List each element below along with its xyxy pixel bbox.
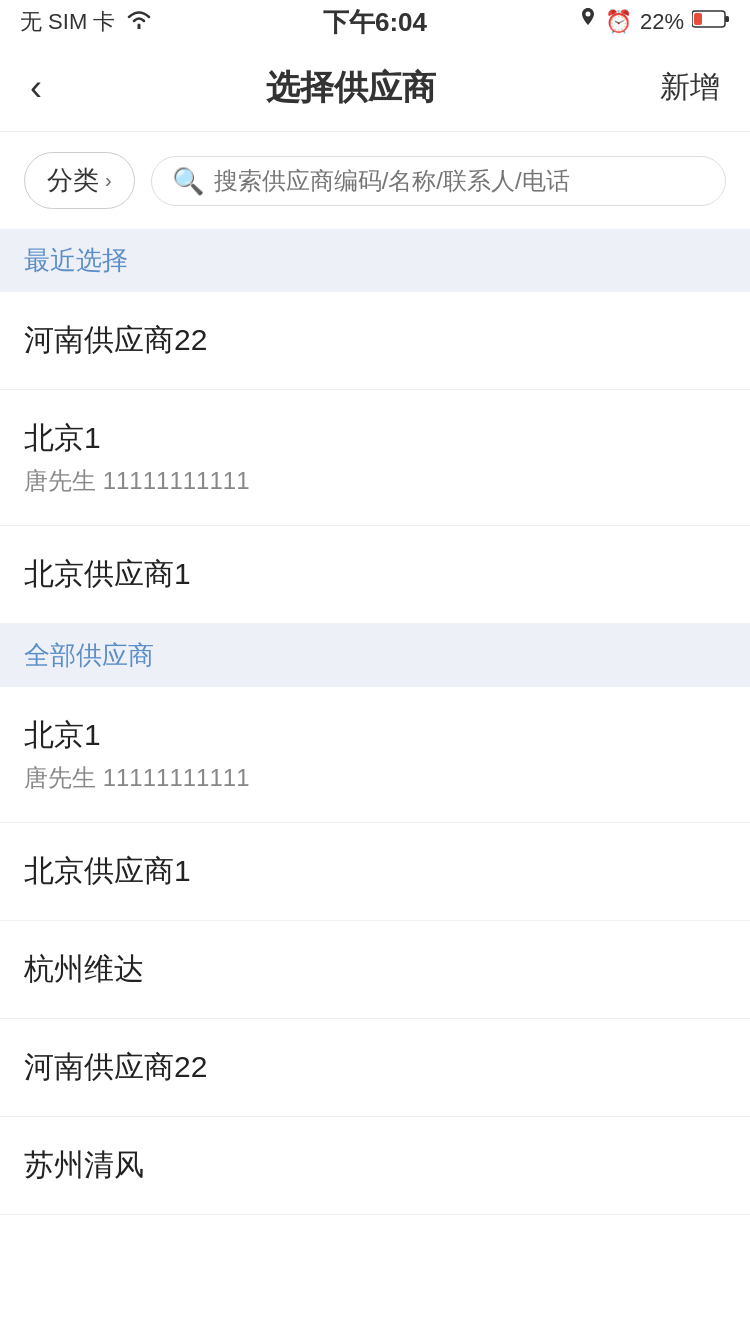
item-name: 河南供应商22 [24, 320, 726, 361]
item-name: 杭州维达 [24, 949, 726, 990]
status-bar: 无 SIM 卡 下午6:04 ⏰ 22% [0, 0, 750, 44]
recent-list-item[interactable]: 北京1 唐先生 11111111111 [0, 390, 750, 526]
recent-list: 河南供应商22 北京1 唐先生 11111111111 北京供应商1 [0, 292, 750, 624]
recent-section-header: 最近选择 [0, 229, 750, 292]
all-list-item[interactable]: 苏州清风 [0, 1117, 750, 1215]
all-list-item[interactable]: 杭州维达 [0, 921, 750, 1019]
category-button[interactable]: 分类 › [24, 152, 135, 209]
all-section-label: 全部供应商 [24, 640, 154, 670]
item-sub: 唐先生 11111111111 [24, 762, 726, 794]
category-label: 分类 [47, 163, 99, 198]
recent-list-item[interactable]: 北京供应商1 [0, 526, 750, 624]
wifi-icon [125, 9, 153, 35]
item-name: 苏州清风 [24, 1145, 726, 1186]
all-list-item[interactable]: 北京1 唐先生 11111111111 [0, 687, 750, 823]
item-name: 河南供应商22 [24, 1047, 726, 1088]
location-icon [579, 8, 597, 36]
recent-section-label: 最近选择 [24, 245, 128, 275]
search-box: 🔍 [151, 156, 726, 206]
all-list-item[interactable]: 北京供应商1 [0, 823, 750, 921]
filter-bar: 分类 › 🔍 [0, 132, 750, 229]
item-name: 北京供应商1 [24, 554, 726, 595]
sim-label: 无 SIM 卡 [20, 7, 115, 37]
alarm-icon: ⏰ [605, 9, 632, 35]
add-button[interactable]: 新增 [660, 67, 720, 108]
page-title: 选择供应商 [266, 65, 436, 111]
chevron-right-icon: › [105, 169, 112, 192]
status-left: 无 SIM 卡 [20, 7, 153, 37]
search-icon: 🔍 [172, 168, 204, 194]
item-name: 北京供应商1 [24, 851, 726, 892]
item-name: 北京1 [24, 418, 726, 459]
back-button[interactable]: ‹ [30, 70, 42, 106]
svg-rect-2 [694, 13, 702, 25]
status-right: ⏰ 22% [579, 8, 730, 36]
svg-rect-1 [725, 16, 729, 22]
search-input[interactable] [214, 167, 705, 195]
status-time: 下午6:04 [323, 5, 427, 40]
nav-bar: ‹ 选择供应商 新增 [0, 44, 750, 132]
all-list-item[interactable]: 河南供应商22 [0, 1019, 750, 1117]
item-sub: 唐先生 11111111111 [24, 465, 726, 497]
all-section-header: 全部供应商 [0, 624, 750, 687]
all-list: 北京1 唐先生 11111111111 北京供应商1 杭州维达 河南供应商22 … [0, 687, 750, 1215]
item-name: 北京1 [24, 715, 726, 756]
recent-list-item[interactable]: 河南供应商22 [0, 292, 750, 390]
battery-label: 22% [640, 9, 684, 35]
battery-icon [692, 9, 730, 35]
